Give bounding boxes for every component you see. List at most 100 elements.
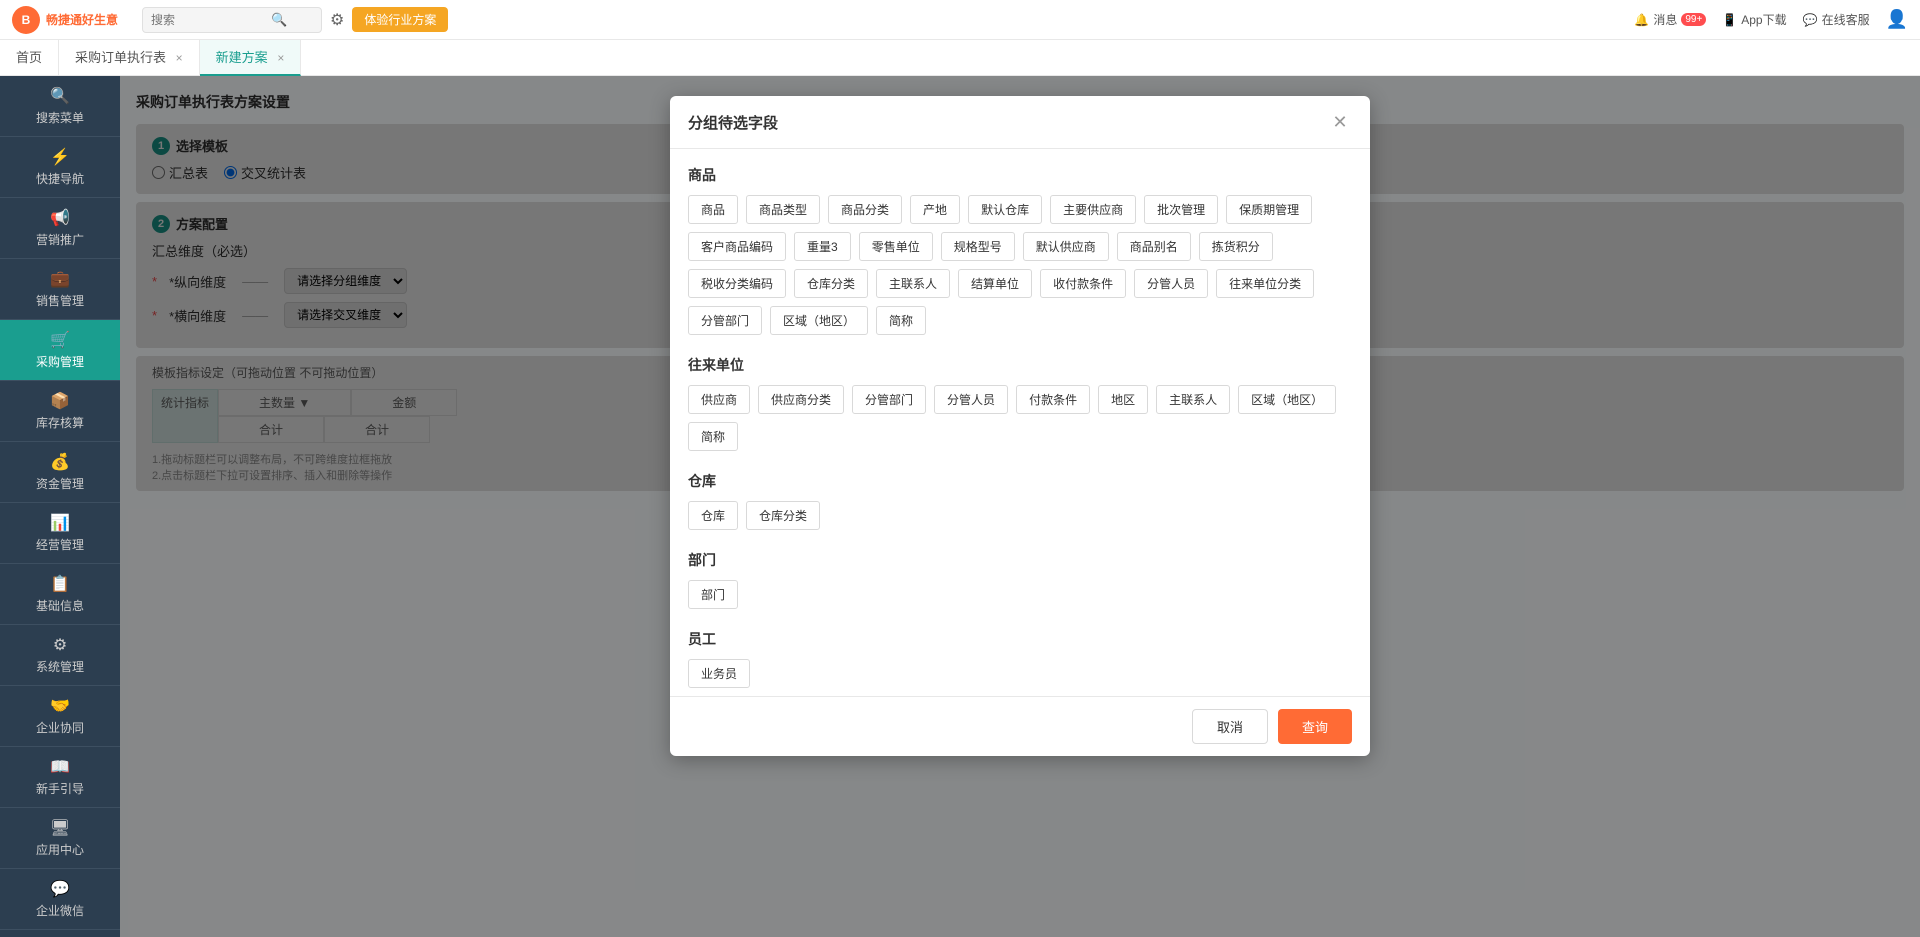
tab-bar: 首页 采购订单执行表 × 新建方案 × (0, 40, 1920, 76)
cancel-button[interactable]: 取消 (1192, 709, 1268, 744)
tag-region-partner2[interactable]: 区域（地区） (1238, 385, 1336, 414)
sidebar-label-wechat: 企业微信 (36, 902, 84, 919)
sidebar-item-search[interactable]: 🔍 搜索菜单 (0, 76, 120, 137)
sidebar-item-purchase[interactable]: 🛒 采购管理 (0, 320, 120, 381)
basic-info-icon: 📋 (50, 574, 70, 594)
tag-weight[interactable]: 重量3 (794, 232, 851, 261)
tag-dept[interactable]: 部门 (688, 580, 738, 609)
search-menu-icon: 🔍 (50, 86, 70, 106)
sidebar-item-finance[interactable]: 💰 资金管理 (0, 442, 120, 503)
logo-letter: B (22, 13, 31, 27)
sidebar-label-app: 应用中心 (36, 841, 84, 858)
tag-tax-code[interactable]: 税收分类编码 (688, 269, 786, 298)
modal-body[interactable]: 商品 商品 商品类型 商品分类 产地 默认仓库 主要供应商 批次管理 保质期管理… (670, 149, 1370, 696)
tag-dept-mgr[interactable]: 分管部门 (688, 306, 762, 335)
sidebar-item-app[interactable]: 🖥 应用中心 (0, 808, 120, 869)
app-center-icon: 🖥 (50, 818, 70, 838)
collab-icon: 🤝 (50, 696, 70, 716)
sidebar-item-quick-nav[interactable]: ⚡ 快捷导航 (0, 137, 120, 198)
tag-retail-unit[interactable]: 零售单位 (859, 232, 933, 261)
section-partner-title: 往来单位 (688, 355, 1352, 375)
sidebar-item-member[interactable]: 👑 畅会员 (0, 930, 120, 937)
sidebar-item-operation[interactable]: 📊 经营管理 (0, 503, 120, 564)
modal-title: 分组待选字段 (688, 112, 778, 133)
app-download[interactable]: 📱 App下载 (1722, 11, 1786, 28)
tag-salesperson[interactable]: 业务员 (688, 659, 750, 688)
tab-new-plan[interactable]: 新建方案 × (200, 40, 302, 76)
tab-purchase-label: 采购订单执行表 (75, 50, 166, 65)
modal-footer: 取消 查询 (670, 696, 1370, 756)
message-item[interactable]: 🔔 消息 99+ (1634, 11, 1706, 28)
tab-new-plan-label: 新建方案 (216, 50, 268, 65)
sidebar-item-collab[interactable]: 🤝 企业协同 (0, 686, 120, 747)
tag-settlement-unit[interactable]: 结算单位 (958, 269, 1032, 298)
tag-goods-category[interactable]: 商品分类 (828, 195, 902, 224)
tag-batch-mgmt[interactable]: 批次管理 (1144, 195, 1218, 224)
message-icon: 🔔 (1634, 13, 1649, 27)
tag-main-contact[interactable]: 主联系人 (876, 269, 950, 298)
sidebar-label-guide: 新手引导 (36, 780, 84, 797)
sidebar-item-basic-info[interactable]: 📋 基础信息 (0, 564, 120, 625)
tag-supplier[interactable]: 供应商 (688, 385, 750, 414)
settings-icon[interactable]: ⚙ (330, 10, 344, 30)
search-icon: 🔍 (271, 12, 287, 28)
tag-goods-type[interactable]: 商品类型 (746, 195, 820, 224)
tag-goods-alias[interactable]: 商品别名 (1117, 232, 1191, 261)
online-service[interactable]: 💬 在线客服 (1803, 11, 1870, 28)
tab-new-plan-close[interactable]: × (277, 51, 284, 65)
tag-payment-cond[interactable]: 付款条件 (1016, 385, 1090, 414)
tag-warehouse-category[interactable]: 仓库分类 (746, 501, 820, 530)
tag-spec-model[interactable]: 规格型号 (941, 232, 1015, 261)
tag-default-supplier[interactable]: 默认供应商 (1023, 232, 1109, 261)
tag-default-warehouse[interactable]: 默认仓库 (968, 195, 1042, 224)
tag-warehouse[interactable]: 仓库 (688, 501, 738, 530)
sidebar-item-inventory[interactable]: 📦 库存核算 (0, 381, 120, 442)
tag-dept-partner[interactable]: 分管部门 (852, 385, 926, 414)
experience-btn[interactable]: 体验行业方案 (352, 7, 448, 32)
section-employee-title: 员工 (688, 629, 1352, 649)
tag-staff-partner[interactable]: 分管人员 (934, 385, 1008, 414)
operation-icon: 📊 (50, 513, 70, 533)
sidebar-item-sales[interactable]: 💼 销售管理 (0, 259, 120, 320)
tag-origin[interactable]: 产地 (910, 195, 960, 224)
search-bar[interactable]: 🔍 (142, 7, 322, 33)
sidebar-label-operation: 经营管理 (36, 536, 84, 553)
tag-partner-cat[interactable]: 往来单位分类 (1216, 269, 1314, 298)
modal-close-btn[interactable]: ✕ (1328, 110, 1352, 134)
tab-purchase-exec[interactable]: 采购订单执行表 × (59, 40, 200, 76)
tag-short-name-goods[interactable]: 简称 (876, 306, 926, 335)
tag-customer-code[interactable]: 客户商品编码 (688, 232, 786, 261)
tag-short-name-partner[interactable]: 简称 (688, 422, 738, 451)
sidebar-item-wechat[interactable]: 💬 企业微信 (0, 869, 120, 930)
sidebar-label-search: 搜索菜单 (36, 109, 84, 126)
tag-shelf-life[interactable]: 保质期管理 (1226, 195, 1312, 224)
sidebar-item-guide[interactable]: 📖 新手引导 (0, 747, 120, 808)
tag-warehouse-cat[interactable]: 仓库分类 (794, 269, 868, 298)
tag-pick-points[interactable]: 拣货积分 (1199, 232, 1273, 261)
tab-home[interactable]: 首页 (0, 40, 59, 76)
tag-region-partner[interactable]: 地区 (1098, 385, 1148, 414)
tag-payment-terms[interactable]: 收付款条件 (1040, 269, 1126, 298)
tag-main-contact-partner[interactable]: 主联系人 (1156, 385, 1230, 414)
quick-nav-icon: ⚡ (50, 147, 70, 167)
sidebar-item-marketing[interactable]: 📢 营销推广 (0, 198, 120, 259)
tag-main-supplier[interactable]: 主要供应商 (1050, 195, 1136, 224)
confirm-button[interactable]: 查询 (1278, 709, 1352, 744)
section-goods-tags: 商品 商品类型 商品分类 产地 默认仓库 主要供应商 批次管理 保质期管理 客户… (688, 195, 1352, 335)
message-badge: 99+ (1681, 13, 1706, 26)
sidebar: 🔍 搜索菜单 ⚡ 快捷导航 📢 营销推广 💼 销售管理 🛒 采购管理 📦 库存核… (0, 76, 120, 937)
sidebar-item-system[interactable]: ⚙ 系统管理 (0, 625, 120, 686)
sales-icon: 💼 (50, 269, 70, 289)
tag-manager[interactable]: 分管人员 (1134, 269, 1208, 298)
purchase-icon: 🛒 (50, 330, 70, 350)
tag-supplier-cat[interactable]: 供应商分类 (758, 385, 844, 414)
inventory-icon: 📦 (50, 391, 70, 411)
section-employee-tags: 业务员 (688, 659, 1352, 688)
tab-purchase-close[interactable]: × (176, 51, 183, 65)
tag-goods[interactable]: 商品 (688, 195, 738, 224)
tag-region-goods[interactable]: 区域（地区） (770, 306, 868, 335)
section-goods-title: 商品 (688, 165, 1352, 185)
user-avatar[interactable]: 👤 (1886, 9, 1908, 30)
section-goods: 商品 商品 商品类型 商品分类 产地 默认仓库 主要供应商 批次管理 保质期管理… (688, 165, 1352, 335)
search-input[interactable] (151, 13, 271, 27)
